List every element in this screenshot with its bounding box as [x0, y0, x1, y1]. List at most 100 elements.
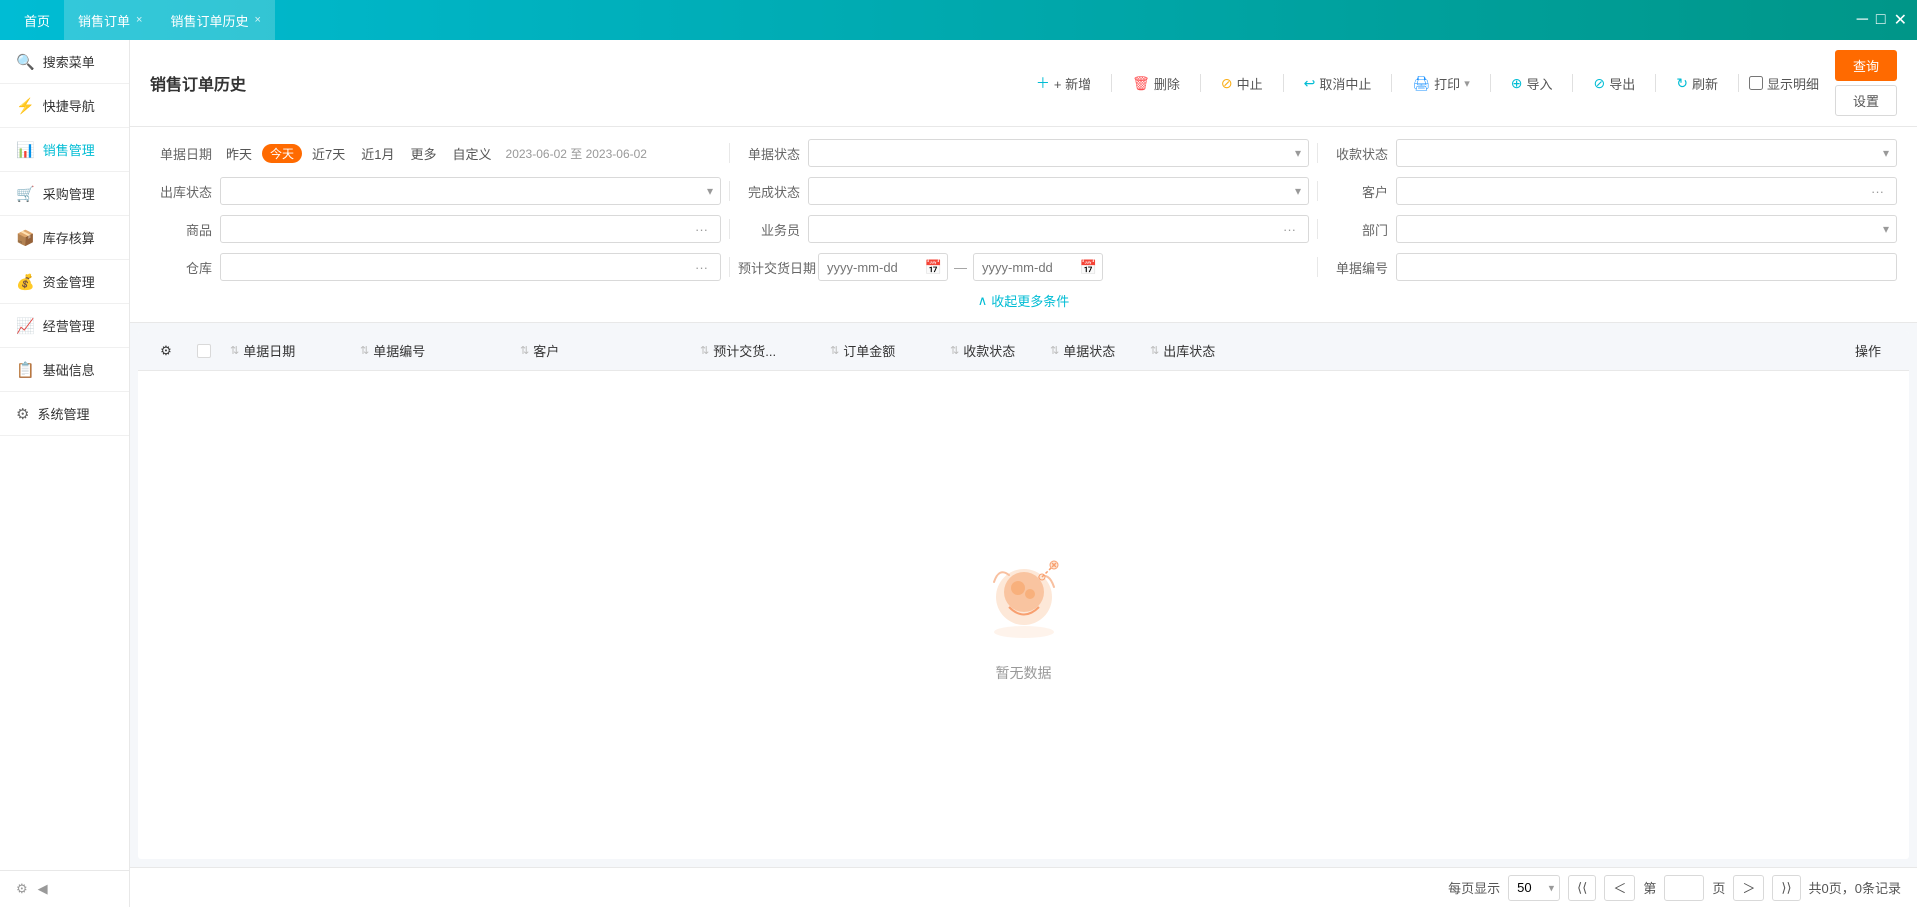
col-amount-label: 订单金额: [843, 341, 895, 360]
sidebar-item-purchase[interactable]: 🛒 采购管理: [0, 172, 129, 216]
col-outstatus-label: 出库状态: [1163, 341, 1215, 360]
doc-status-select[interactable]: [808, 139, 1309, 167]
col-docstatus[interactable]: ⇅ 单据状态: [1042, 341, 1142, 360]
warehouse-ellipsis-icon[interactable]: ···: [691, 260, 712, 275]
sidebar-item-search-label: 搜索菜单: [43, 52, 95, 71]
table-area: ⚙ ⇅ 单据日期 ⇅ 单据编号 ⇅ 客户 ⇅: [138, 331, 1909, 859]
sidebar-item-quicknav[interactable]: ⚡ 快捷导航: [0, 84, 129, 128]
sidebar-item-sales[interactable]: 📊 销售管理: [0, 128, 129, 172]
setting-button[interactable]: 设置: [1835, 85, 1897, 116]
first-page-btn[interactable]: ⟨⟨: [1568, 875, 1596, 901]
custom-btn[interactable]: 自定义: [447, 142, 498, 165]
1month-btn[interactable]: 近1月: [355, 142, 400, 165]
col-payment[interactable]: ⇅ 收款状态: [942, 341, 1042, 360]
col-docno[interactable]: ⇅ 单据编号: [352, 341, 512, 360]
docno-filter-label: 单据编号: [1326, 258, 1396, 277]
tab-sales-order[interactable]: 销售订单 ×: [64, 0, 156, 40]
out-status-select-wrapper: ▾: [220, 177, 721, 205]
complete-status-select[interactable]: [808, 177, 1309, 205]
tab-sales-history[interactable]: 销售订单历史 ×: [156, 0, 274, 40]
next-page-btn[interactable]: ＞: [1733, 875, 1764, 901]
sidebar-settings-icon[interactable]: ⚙: [16, 881, 28, 897]
prev-page-btn[interactable]: ＜: [1604, 875, 1635, 901]
export-button[interactable]: ⊘ 导出: [1583, 70, 1645, 97]
payment-status-select[interactable]: [1396, 139, 1897, 167]
query-button[interactable]: 查询: [1835, 50, 1897, 81]
last-page-btn[interactable]: ⟩⟩: [1772, 875, 1800, 901]
docno-input[interactable]: [1396, 253, 1897, 281]
basic-icon: 📋: [16, 361, 35, 379]
import-icon: ⊕: [1511, 75, 1523, 92]
expected-date-label: 预计交货日期: [738, 258, 818, 277]
date-filter-cell: 单据日期 昨天 今天 近7天 近1月 更多 自定义 2023-06-02 至 2…: [150, 142, 721, 165]
yesterday-btn[interactable]: 昨天: [220, 142, 258, 165]
select-all-checkbox[interactable]: [197, 344, 211, 358]
warehouse-input-wrapper[interactable]: ···: [220, 253, 721, 281]
delete-button[interactable]: 🗑 删除: [1122, 70, 1190, 97]
col-customer[interactable]: ⇅ 客户: [512, 341, 692, 360]
expected-date-end-input[interactable]: [973, 253, 1103, 281]
sidebar-item-basic-label: 基础信息: [43, 360, 95, 379]
sidebar-item-finance[interactable]: 💰 资金管理: [0, 260, 129, 304]
col-amount-icon: ⇅: [830, 344, 839, 357]
sidebar-item-inventory[interactable]: 📦 库存核算: [0, 216, 129, 260]
print-label: 打印: [1434, 74, 1460, 93]
customer-input-wrapper[interactable]: ···: [1396, 177, 1897, 205]
col-delivery[interactable]: ⇅ 预计交货...: [692, 341, 822, 360]
today-btn[interactable]: 今天: [262, 144, 302, 163]
collapse-label: 收起更多条件: [991, 291, 1069, 310]
toolbar-sep-1: [1111, 74, 1112, 92]
goods-input-wrapper[interactable]: ···: [220, 215, 721, 243]
sidebar-item-system[interactable]: ⚙ 系统管理: [0, 392, 129, 436]
print-button[interactable]: 🖨 打印 ▾: [1402, 70, 1479, 97]
customer-ellipsis-icon[interactable]: ···: [1867, 184, 1888, 199]
display-detail-label: 显示明细: [1767, 74, 1819, 93]
cancel-stop-button[interactable]: ↩ 取消中止: [1294, 70, 1382, 97]
page-size-select[interactable]: 50 100 200: [1508, 875, 1560, 901]
sales-icon: 📊: [16, 141, 35, 159]
sidebar-item-search[interactable]: 🔍 搜索菜单: [0, 40, 129, 84]
col-amount[interactable]: ⇅ 订单金额: [822, 341, 942, 360]
more-btn[interactable]: 更多: [405, 142, 443, 165]
tab-home[interactable]: 首页: [10, 0, 64, 40]
page-number-input[interactable]: 1: [1664, 875, 1704, 901]
toolbar-sep-4: [1391, 74, 1392, 92]
page-suffix-label: 页: [1712, 878, 1725, 897]
filter-row-3: 商品 ··· 业务员 ··· 部门: [150, 215, 1897, 243]
window-maximize-icon[interactable]: □: [1876, 11, 1886, 29]
goods-ellipsis-icon[interactable]: ···: [691, 222, 712, 237]
cancel-stop-icon: ↩: [1304, 75, 1316, 92]
import-button[interactable]: ⊕ 导入: [1501, 70, 1563, 97]
salesperson-input-wrapper[interactable]: ···: [808, 215, 1309, 243]
stop-icon: ⊘: [1221, 75, 1233, 92]
expected-date-cell: 预计交货日期 📅 — 📅: [738, 253, 1309, 281]
col-settings[interactable]: ⚙: [146, 343, 186, 359]
sidebar-collapse-icon[interactable]: ◀: [38, 881, 48, 897]
finance-icon: 💰: [16, 273, 35, 291]
window-close-icon[interactable]: ✕: [1894, 10, 1907, 30]
per-page-label: 每页显示: [1448, 878, 1500, 897]
new-button[interactable]: ＋ + 新增: [1026, 69, 1101, 97]
stop-button[interactable]: ⊘ 中止: [1211, 70, 1273, 97]
salesperson-ellipsis-icon[interactable]: ···: [1279, 222, 1300, 237]
page-prefix-label: 第: [1643, 878, 1656, 897]
col-outstatus[interactable]: ⇅ 出库状态: [1142, 341, 1242, 360]
collapse-btn[interactable]: ∧ 收起更多条件: [150, 291, 1897, 310]
tab-sales-history-close[interactable]: ×: [254, 14, 260, 26]
display-detail-checkbox[interactable]: [1749, 76, 1763, 90]
out-status-select[interactable]: [220, 177, 721, 205]
col-date-icon: ⇅: [230, 344, 239, 357]
window-minimize-icon[interactable]: ─: [1857, 11, 1868, 29]
col-delivery-icon: ⇅: [700, 344, 709, 357]
col-docstatus-label: 单据状态: [1063, 341, 1115, 360]
sidebar-item-business[interactable]: 📈 经营管理: [0, 304, 129, 348]
expected-date-start-input[interactable]: [818, 253, 948, 281]
refresh-button[interactable]: ↻ 刷新: [1666, 70, 1728, 97]
sidebar-item-basic[interactable]: 📋 基础信息: [0, 348, 129, 392]
department-select[interactable]: [1396, 215, 1897, 243]
filter-row-2: 出库状态 ▾ 完成状态 ▾: [150, 177, 1897, 205]
tab-sales-order-close[interactable]: ×: [136, 14, 142, 26]
col-date[interactable]: ⇅ 单据日期: [222, 341, 352, 360]
7days-btn[interactable]: 近7天: [306, 142, 351, 165]
date-range-separator: —: [954, 260, 967, 275]
